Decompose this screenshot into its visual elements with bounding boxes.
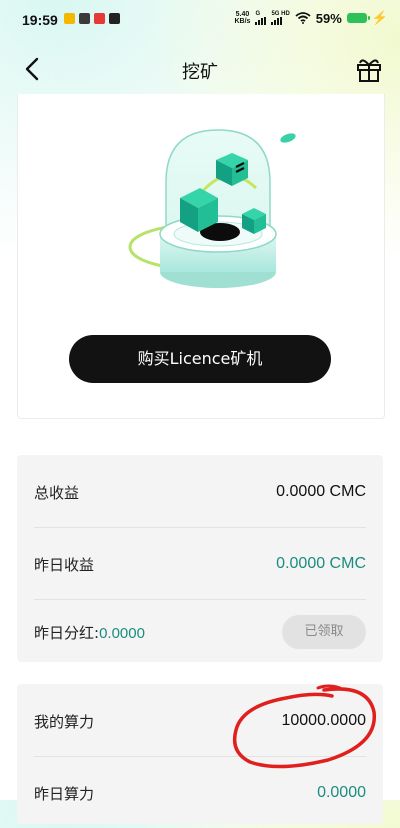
- yesterday-dividend: 昨日分红:0.0000: [34, 622, 145, 643]
- earnings-card: 总收益 0.0000 CMC 昨日收益 0.0000 CMC 昨日分红:0.00…: [17, 455, 383, 662]
- yesterday-earnings-value: 0.0000 CMC: [276, 555, 366, 572]
- total-earnings-row: 总收益 0.0000 CMC: [34, 457, 366, 527]
- wifi-icon: [295, 12, 311, 24]
- total-earnings-label: 总收益: [34, 483, 80, 502]
- notification-icons: [64, 13, 120, 24]
- signal-bars-icon: [271, 17, 283, 25]
- status-bar: 19:59 5.40 KB/s G 5G HD 59% ⚡: [0, 0, 400, 42]
- yesterday-earnings-row: 昨日收益 0.0000 CMC: [34, 529, 366, 599]
- battery-percent: 59%: [315, 10, 342, 26]
- yesterday-hashpower-label: 昨日算力: [34, 784, 95, 803]
- page-title: 挖矿: [182, 62, 218, 83]
- total-earnings-value: 0.0000 CMC: [276, 483, 366, 500]
- red-circle-annotation: [232, 684, 376, 769]
- network-speed-value: 5.40: [235, 11, 250, 18]
- notification-app-icon: [94, 13, 105, 24]
- mining-hero-card: 购买Licence矿机: [17, 94, 385, 419]
- notification-app-icon: [79, 13, 90, 24]
- my-hashpower-label: 我的算力: [34, 712, 95, 731]
- charging-icon: ⚡: [371, 10, 388, 25]
- network-speed-unit: KB/s: [234, 18, 251, 25]
- signal-1: G: [255, 11, 267, 25]
- divider: [34, 527, 366, 528]
- nav-bar: 挖矿: [0, 46, 400, 94]
- signal-bars-icon: [255, 17, 267, 25]
- yesterday-hashpower-value: 0.0000: [317, 784, 366, 801]
- gift-icon[interactable]: [354, 54, 384, 84]
- notification-app-icon: [64, 13, 75, 24]
- signal-2: 5G HD: [271, 11, 290, 25]
- yesterday-dividend-row: 昨日分红:0.0000 已领取: [34, 597, 366, 667]
- notification-app-icon: [109, 13, 120, 24]
- status-time: 19:59: [22, 12, 58, 28]
- yesterday-dividend-label: 昨日分红:: [34, 623, 100, 642]
- claimed-button[interactable]: 已领取: [282, 615, 366, 649]
- mining-machine-illustration: [128, 129, 296, 288]
- network-speed: 5.40 KB/s: [234, 11, 250, 25]
- buy-licence-miner-button[interactable]: 购买Licence矿机: [69, 335, 331, 383]
- battery-icon: [346, 13, 370, 23]
- yesterday-dividend-value: 0.0000: [99, 624, 145, 642]
- yesterday-earnings-label: 昨日收益: [34, 555, 95, 574]
